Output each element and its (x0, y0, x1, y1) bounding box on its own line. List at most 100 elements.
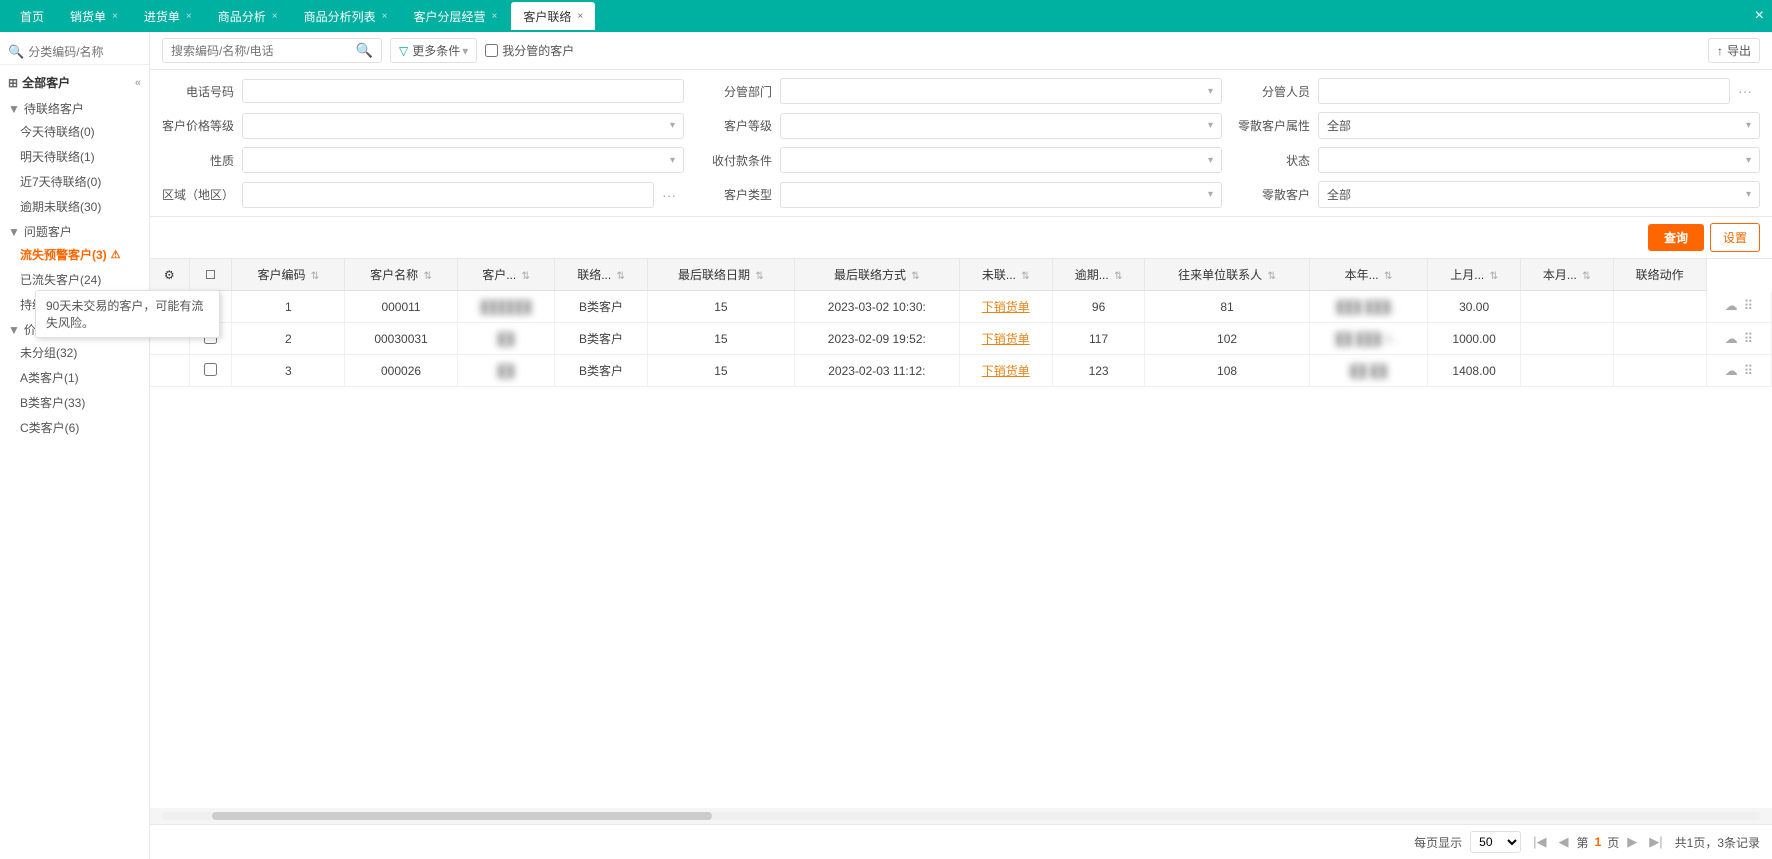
scrollbar-thumb[interactable] (212, 812, 712, 820)
sidebar-item-ungrouped[interactable]: 未分组(32) (0, 340, 149, 365)
filter-retail-customer: 零散客户 全部 ▾ (1238, 181, 1760, 208)
row-last-date: 2023-03-02 10:30: (794, 291, 959, 323)
search-button[interactable]: 🔍 (356, 42, 373, 59)
row-overdue: 108 (1145, 355, 1309, 387)
sidebar-item-churned[interactable]: 已流失客户(24) (0, 267, 149, 292)
col-code[interactable]: 客户编码 ⇅ (232, 259, 345, 291)
filter-manager-more[interactable]: ··· (1730, 83, 1760, 99)
row-index: 2 (232, 323, 345, 355)
per-page-select[interactable]: 50 100 200 (1470, 831, 1521, 853)
row-code: 000026 (345, 355, 458, 387)
sidebar-item-today[interactable]: 今天待联络(0) (0, 119, 149, 144)
tab-customer-tier[interactable]: 客户分层经营 × (401, 2, 509, 30)
sidebar-item-tomorrow[interactable]: 明天待联络(1) (0, 144, 149, 169)
filter-panel: 电话号码 分管部门 ▾ 分管人员 ··· (150, 70, 1772, 217)
search-input[interactable] (171, 44, 356, 58)
retail-customer-caret-icon: ▾ (1746, 189, 1751, 200)
warning-icon: ⚠ (111, 248, 121, 261)
row-last-method[interactable]: 下销货单 (959, 355, 1052, 387)
col-name[interactable]: 客户名称 ⇅ (345, 259, 458, 291)
col-last-method[interactable]: 最后联络方式 ⇅ (794, 259, 959, 291)
filter-customer-tier: 客户等级 ▾ (700, 113, 1222, 139)
settings-button[interactable]: 设置 (1710, 223, 1760, 252)
tab-purchase-close[interactable]: × (186, 11, 192, 22)
filter-retail-attr-select[interactable]: 全部 ▾ (1318, 112, 1760, 139)
payment-caret-icon: ▾ (1208, 155, 1213, 166)
row-contact-count: 15 (647, 355, 794, 387)
contact-icon[interactable]: ☁ (1725, 363, 1738, 379)
filter-region-more[interactable]: ··· (654, 187, 684, 203)
prev-page-btn[interactable]: ◀ (1555, 832, 1573, 852)
filter-status-select[interactable]: ▾ (1318, 147, 1760, 173)
col-overdue[interactable]: 逾期... ⇅ (1052, 259, 1145, 291)
tab-analysis[interactable]: 商品分析 × (206, 2, 290, 30)
col-last-date[interactable]: 最后联络日期 ⇅ (647, 259, 794, 291)
my-customers-checkbox[interactable] (485, 44, 498, 57)
tab-home[interactable]: 首页 (8, 2, 56, 30)
sidebar-item-overdue[interactable]: 逾期未联络(30) (0, 194, 149, 219)
filter-phone-input[interactable] (242, 79, 684, 103)
filter-customer-type-select[interactable]: ▾ (780, 182, 1222, 208)
col-contact-count[interactable]: 联络... ⇅ (555, 259, 648, 291)
export-btn[interactable]: ↑ 导出 (1708, 38, 1760, 63)
filter-customer-tier-select[interactable]: ▾ (780, 113, 1222, 139)
row-checkbox-cell[interactable] (189, 355, 232, 387)
col-last-month[interactable]: 上月... ⇅ (1428, 259, 1521, 291)
page-label: 第 (1577, 834, 1589, 851)
tab-analysis-close[interactable]: × (272, 11, 278, 22)
filter-manager-select[interactable] (1318, 78, 1730, 104)
more-actions-icon[interactable]: ⠿ (1744, 363, 1754, 379)
row-action-cell: ☁ ⠿ (1706, 355, 1771, 387)
filter-row-3: 性质 ▾ 收付款条件 ▾ 状态 (162, 147, 1760, 173)
sidebar-collapse-btn[interactable]: « (135, 77, 141, 89)
filter-retail-customer-select[interactable]: 全部 ▾ (1318, 181, 1760, 208)
tab-customer-contact[interactable]: 客户联络 × (511, 2, 595, 30)
tab-sales-close[interactable]: × (112, 11, 118, 22)
first-page-btn[interactable]: |◀ (1529, 832, 1550, 852)
sidebar-item-class-c[interactable]: C类客户(6) (0, 415, 149, 440)
tab-sales[interactable]: 销货单 × (58, 2, 130, 30)
tab-customer-tier-close[interactable]: × (491, 11, 497, 22)
row-contact-count: 15 (647, 323, 794, 355)
filter-price-tier-select[interactable]: ▾ (242, 113, 684, 139)
col-checkbox[interactable]: ☐ (189, 259, 232, 291)
tab-purchase[interactable]: 进货单 × (132, 2, 204, 30)
col-uncontacted[interactable]: 未联... ⇅ (959, 259, 1052, 291)
more-actions-icon[interactable]: ⠿ (1744, 331, 1754, 347)
horizontal-scrollbar[interactable] (162, 812, 1760, 820)
tab-customer-contact-close[interactable]: × (577, 11, 583, 22)
last-page-btn[interactable]: ▶| (1645, 832, 1666, 852)
sidebar-item-7days[interactable]: 近7天待联络(0) (0, 169, 149, 194)
filter-more-btn[interactable]: ▽ 更多条件 ▾ (390, 38, 477, 63)
close-all-btn[interactable]: × (1755, 7, 1764, 25)
sidebar-all-customers[interactable]: ⊞ 全部客户 « (0, 69, 149, 96)
col-gear[interactable]: ⚙ (150, 259, 189, 291)
sidebar-item-churn-warning[interactable]: 流失预警客户(3) ⚠ (0, 242, 149, 267)
sidebar-section-problem[interactable]: ▼ 问题客户 (0, 219, 149, 242)
sidebar-section-pending[interactable]: ▼ 待联络客户 (0, 96, 149, 119)
col-this-month[interactable]: 本月... ⇅ (1520, 259, 1613, 291)
filter-dept-select[interactable]: ▾ (780, 78, 1222, 104)
col-action: 联络动作 (1613, 259, 1706, 291)
footer: 每页显示 50 100 200 |◀ ◀ 第 1 页 ▶ ▶| 共1页，3条记录 (150, 824, 1772, 859)
sidebar-item-class-a[interactable]: A类客户(1) (0, 365, 149, 390)
sidebar-search-input[interactable] (28, 45, 150, 59)
col-type[interactable]: 客户... ⇅ (457, 259, 554, 291)
contact-icon[interactable]: ☁ (1725, 331, 1738, 347)
col-this-year[interactable]: 本年... ⇅ (1309, 259, 1428, 291)
filter-region-select[interactable] (242, 182, 654, 208)
filter-nature-select[interactable]: ▾ (242, 147, 684, 173)
row-last-method[interactable]: 下销货单 (959, 291, 1052, 323)
more-actions-icon[interactable]: ⠿ (1744, 298, 1754, 314)
row-last-method[interactable]: 下销货单 (959, 323, 1052, 355)
tab-analysis-list-close[interactable]: × (382, 11, 388, 22)
col-contact-person[interactable]: 往来单位联系人 ⇅ (1145, 259, 1309, 291)
next-page-btn[interactable]: ▶ (1623, 832, 1641, 852)
sidebar-item-class-b[interactable]: B类客户(33) (0, 390, 149, 415)
query-button[interactable]: 查询 (1648, 224, 1704, 251)
tab-analysis-list[interactable]: 商品分析列表 × (292, 2, 400, 30)
contact-icon[interactable]: ☁ (1725, 298, 1738, 314)
row-last-month (1520, 355, 1613, 387)
filter-payment-select[interactable]: ▾ (780, 147, 1222, 173)
filter-row-2: 客户价格等级 ▾ 客户等级 ▾ 零散客户属性 全部 (162, 112, 1760, 139)
